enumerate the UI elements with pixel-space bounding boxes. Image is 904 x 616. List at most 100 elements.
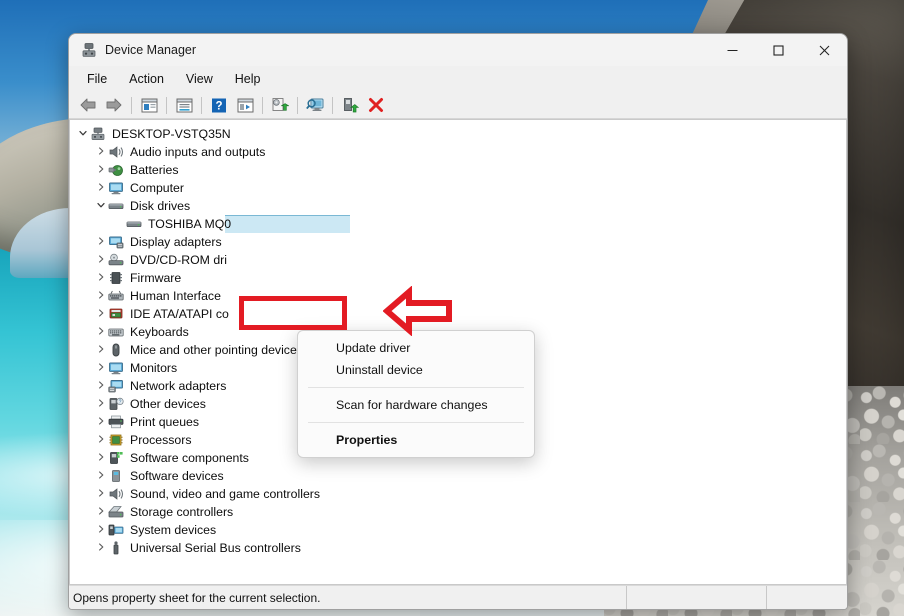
tree-node-universal-serial-bus-controllers[interactable]: Universal Serial Bus controllers	[70, 539, 846, 557]
tree-node-label: Software devices	[130, 469, 224, 483]
context-menu: Update driver Uninstall device Scan for …	[297, 330, 535, 458]
toolbar-separator	[332, 96, 333, 114]
tree-node-sound-video-and-game-controllers[interactable]: Sound, video and game controllers	[70, 485, 846, 503]
tree-node-disk-drives[interactable]: Disk drives	[70, 197, 846, 215]
usb-controller-icon	[108, 540, 125, 556]
properties-button[interactable]	[171, 94, 197, 117]
monitor-icon	[108, 361, 125, 376]
update-driver-button[interactable]	[267, 94, 293, 117]
sound-controller-icon	[108, 487, 125, 502]
chevron-right-icon[interactable]	[94, 344, 108, 356]
tree-node-label: Storage controllers	[130, 505, 234, 519]
device-manager-window: Device Manager File Action View Help ? D…	[68, 33, 848, 610]
tree-node-label: Sound, video and game controllers	[130, 487, 321, 501]
toolbar-separator	[131, 96, 132, 114]
tree-node-label: Display adapters	[130, 235, 222, 249]
maximize-button[interactable]	[755, 34, 801, 66]
speaker-icon	[108, 145, 125, 160]
status-bar: Opens property sheet for the current sel…	[69, 585, 847, 609]
tree-node-label: Computer	[130, 181, 184, 195]
battery-icon	[108, 163, 125, 178]
tree-node-label: Network adapters	[130, 379, 227, 393]
chevron-right-icon[interactable]	[94, 272, 108, 284]
chevron-right-icon[interactable]	[94, 308, 108, 320]
chevron-right-icon[interactable]	[94, 398, 108, 410]
tree-node-label: Batteries	[130, 163, 179, 177]
tree-node-label: Other devices	[130, 397, 206, 411]
window-title: Device Manager	[105, 43, 197, 57]
tree-node-label: IDE ATA/ATAPI co	[130, 307, 229, 321]
hid-icon	[108, 289, 125, 304]
tree-node-label: Universal Serial Bus controllers	[130, 541, 301, 555]
chevron-right-icon[interactable]	[94, 290, 108, 302]
tree-node-audio-inputs-and-outputs[interactable]: Audio inputs and outputs	[70, 143, 846, 161]
status-message: Opens property sheet for the current sel…	[69, 586, 627, 609]
chevron-right-icon[interactable]	[94, 524, 108, 536]
storage-controller-icon	[108, 505, 125, 520]
tree-node-firmware[interactable]: Firmware	[70, 269, 846, 287]
enable-device-button[interactable]	[337, 94, 363, 117]
context-menu-item-properties[interactable]: Properties	[298, 429, 534, 451]
chevron-right-icon[interactable]	[94, 416, 108, 428]
chevron-right-icon[interactable]	[94, 182, 108, 194]
context-menu-separator	[308, 422, 524, 423]
chevron-down-icon[interactable]	[76, 128, 90, 140]
back-button[interactable]	[75, 94, 101, 117]
status-pane-2	[627, 586, 767, 609]
chevron-right-icon[interactable]	[94, 488, 108, 500]
ide-controller-icon	[108, 307, 125, 322]
uninstall-device-button[interactable]	[363, 94, 389, 117]
chevron-right-icon[interactable]	[94, 434, 108, 446]
tree-node-label: Firmware	[130, 271, 182, 285]
chevron-right-icon[interactable]	[94, 164, 108, 176]
chevron-right-icon[interactable]	[94, 236, 108, 248]
chevron-right-icon[interactable]	[94, 362, 108, 374]
dvd-drive-icon	[108, 253, 125, 268]
menu-action[interactable]: Action	[119, 69, 174, 89]
show-hidden-devices-button[interactable]	[232, 94, 258, 117]
chevron-right-icon[interactable]	[94, 506, 108, 518]
menu-file[interactable]: File	[77, 69, 117, 89]
chevron-right-icon[interactable]	[94, 452, 108, 464]
close-button[interactable]	[801, 34, 847, 66]
menu-view[interactable]: View	[176, 69, 223, 89]
chevron-right-icon[interactable]	[94, 542, 108, 554]
chevron-right-icon[interactable]	[94, 254, 108, 266]
title-bar: Device Manager	[69, 34, 847, 66]
toolbar-separator	[262, 96, 263, 114]
tree-node-batteries[interactable]: Batteries	[70, 161, 846, 179]
minimize-button[interactable]	[709, 34, 755, 66]
menu-help[interactable]: Help	[225, 69, 271, 89]
tree-node-system-devices[interactable]: System devices	[70, 521, 846, 539]
tree-node-label: System devices	[130, 523, 217, 537]
device-tree-panel[interactable]: DESKTOP-VSTQ35N Audio inputs and outputs	[69, 119, 847, 585]
chevron-right-icon[interactable]	[94, 146, 108, 158]
chevron-right-icon[interactable]	[94, 380, 108, 392]
tree-node-software-devices[interactable]: Software devices	[70, 467, 846, 485]
chevron-down-icon[interactable]	[94, 200, 108, 212]
chevron-right-icon[interactable]	[94, 470, 108, 482]
chevron-right-icon[interactable]	[94, 326, 108, 338]
mouse-icon	[108, 343, 125, 358]
context-menu-item-uninstall-device[interactable]: Uninstall device	[298, 359, 534, 381]
context-menu-item-scan-for-hardware-changes[interactable]: Scan for hardware changes	[298, 394, 534, 416]
tree-node-label: Human Interface	[130, 289, 221, 303]
system-device-icon	[108, 523, 125, 538]
tree-node-human-interface-devices[interactable]: Human Interface	[70, 287, 846, 305]
context-menu-item-update-driver[interactable]: Update driver	[298, 337, 534, 359]
forward-button[interactable]	[101, 94, 127, 117]
disk-drive-icon	[126, 217, 143, 232]
tree-root-node[interactable]: DESKTOP-VSTQ35N	[70, 125, 846, 143]
help-button[interactable]: ?	[206, 94, 232, 117]
tree-node-display-adapters[interactable]: Display adapters	[70, 233, 846, 251]
tree-node-ide-ata-atapi-controllers[interactable]: IDE ATA/ATAPI co	[70, 305, 846, 323]
processor-icon	[108, 433, 125, 448]
device-manager-icon	[81, 42, 97, 58]
tree-node-dvd-cd-rom-drives[interactable]: DVD/CD-ROM dri	[70, 251, 846, 269]
show-hide-console-tree-button[interactable]	[136, 94, 162, 117]
tree-node-toshiba-mq0[interactable]: TOSHIBA MQ0	[70, 215, 846, 233]
scan-hardware-changes-button[interactable]	[302, 94, 328, 117]
tree-node-storage-controllers[interactable]: Storage controllers	[70, 503, 846, 521]
tree-node-computer[interactable]: Computer	[70, 179, 846, 197]
software-component-icon	[108, 451, 125, 466]
